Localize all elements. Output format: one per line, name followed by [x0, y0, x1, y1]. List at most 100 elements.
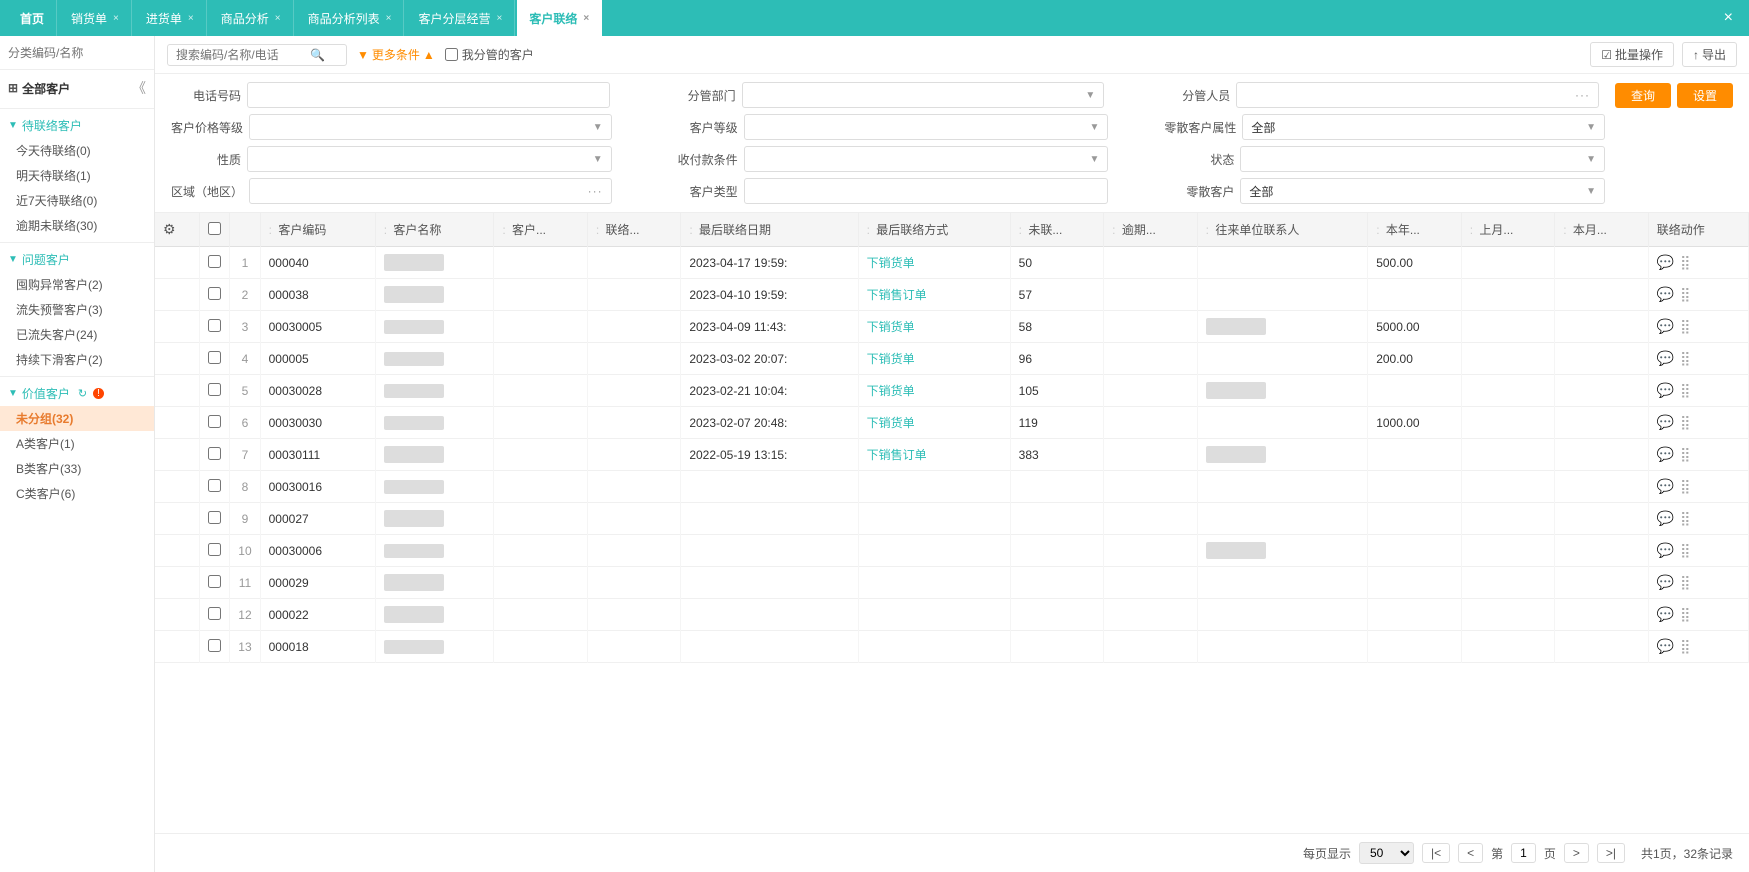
more-action-icon[interactable]: ⣿ — [1680, 318, 1690, 335]
sidebar-item-week-pending[interactable]: 近7天待联络(0) — [0, 188, 154, 213]
more-action-icon[interactable]: ⣿ — [1680, 510, 1690, 527]
nature-select[interactable]: ▼ — [247, 146, 612, 172]
row-checkbox[interactable] — [208, 319, 221, 332]
nav-tab-product-list[interactable]: 商品分析列表 × — [296, 0, 405, 36]
row-checkbox[interactable] — [208, 415, 221, 428]
region-select[interactable]: ··· — [249, 178, 612, 204]
close-all-button[interactable]: × — [1716, 9, 1741, 27]
message-icon[interactable]: 💬 — [1657, 574, 1674, 591]
contact-method-link[interactable]: 下销货单 — [867, 320, 915, 334]
more-action-icon[interactable]: ⣿ — [1680, 350, 1690, 367]
batch-operation-button[interactable]: ☑ 批量操作 — [1590, 42, 1674, 67]
export-button[interactable]: ↑ 导出 — [1682, 42, 1737, 67]
person-select[interactable]: ··· — [1236, 82, 1599, 108]
contact-method-link[interactable]: 下销货单 — [867, 384, 915, 398]
payment-select[interactable]: ▼ — [744, 146, 1109, 172]
search-input[interactable] — [176, 48, 306, 62]
row-checkbox[interactable] — [208, 479, 221, 492]
contact-method-link[interactable]: 下销货单 — [867, 416, 915, 430]
more-action-icon[interactable]: ⣿ — [1680, 478, 1690, 495]
more-conditions-button[interactable]: ▼ 更多条件 ▲ — [357, 46, 435, 63]
name-column-header[interactable]: : 客户名称 — [375, 213, 494, 247]
status-select[interactable]: ▼ — [1240, 146, 1605, 172]
first-page-button[interactable]: |< — [1422, 843, 1450, 863]
close-icon[interactable]: × — [113, 13, 119, 24]
my-customers-filter[interactable]: 我分管的客户 — [445, 46, 534, 63]
zero-attr-select[interactable]: 全部 ▼ — [1242, 114, 1605, 140]
code-column-header[interactable]: : 客户编码 — [260, 213, 375, 247]
sidebar-item-warning[interactable]: 流失预警客户(3) — [0, 297, 154, 322]
query-button[interactable]: 查询 — [1615, 83, 1671, 108]
reset-button[interactable]: 设置 — [1677, 83, 1733, 108]
my-customers-checkbox[interactable] — [445, 48, 458, 61]
sidebar-item-today-pending[interactable]: 今天待联络(0) — [0, 138, 154, 163]
sidebar-item-abnormal[interactable]: 囤购异常客户(2) — [0, 272, 154, 297]
row-checkbox[interactable] — [208, 383, 221, 396]
close-icon[interactable]: × — [583, 13, 589, 24]
more-action-icon[interactable]: ⣿ — [1680, 606, 1690, 623]
nav-tab-customer-layer[interactable]: 客户分层经营 × — [406, 0, 515, 36]
sidebar-item-declining[interactable]: 持续下滑客户(2) — [0, 347, 154, 372]
more-action-icon[interactable]: ⣿ — [1680, 446, 1690, 463]
row-checkbox[interactable] — [208, 351, 221, 364]
collapse-button[interactable]: 《 — [132, 78, 146, 98]
more-action-icon[interactable]: ⣿ — [1680, 574, 1690, 591]
more-action-icon[interactable]: ⣿ — [1680, 638, 1690, 655]
sidebar-group-pending[interactable]: ▼ 待联络客户 — [0, 113, 154, 138]
sidebar-item-tomorrow-pending[interactable]: 明天待联络(1) — [0, 163, 154, 188]
message-icon[interactable]: 💬 — [1657, 446, 1674, 463]
nav-tab-product-analysis[interactable]: 商品分析 × — [209, 0, 294, 36]
dept-select[interactable]: ▼ — [742, 82, 1105, 108]
sidebar-group-value[interactable]: ▼ 价值客户 ↻ ! — [0, 381, 154, 406]
row-checkbox[interactable] — [208, 575, 221, 588]
close-icon[interactable]: × — [275, 13, 281, 24]
refresh-icon[interactable]: ↻ — [78, 387, 87, 400]
sidebar-item-class-b[interactable]: B类客户(33) — [0, 456, 154, 481]
more-action-icon[interactable]: ⣿ — [1680, 286, 1690, 303]
contact-method-link[interactable]: 下销售订单 — [867, 448, 927, 462]
all-customers-header[interactable]: ⊞ 全部客户 《 — [0, 70, 154, 104]
customer-type-select[interactable] — [744, 178, 1109, 204]
per-page-select[interactable]: 50 100 200 — [1359, 842, 1414, 864]
row-checkbox[interactable] — [208, 287, 221, 300]
message-icon[interactable]: 💬 — [1657, 542, 1674, 559]
row-checkbox[interactable] — [208, 255, 221, 268]
message-icon[interactable]: 💬 — [1657, 382, 1674, 399]
prev-page-button[interactable]: < — [1458, 843, 1483, 863]
close-icon[interactable]: × — [386, 13, 392, 24]
phone-input[interactable] — [247, 82, 610, 108]
next-page-button[interactable]: > — [1564, 843, 1589, 863]
more-action-icon[interactable]: ⣿ — [1680, 254, 1690, 271]
sidebar-search-input[interactable] — [8, 46, 155, 60]
message-icon[interactable]: 💬 — [1657, 286, 1674, 303]
message-icon[interactable]: 💬 — [1657, 350, 1674, 367]
message-icon[interactable]: 💬 — [1657, 606, 1674, 623]
sidebar-group-problem[interactable]: ▼ 问题客户 — [0, 247, 154, 272]
message-icon[interactable]: 💬 — [1657, 414, 1674, 431]
select-all-checkbox[interactable] — [208, 222, 221, 235]
contact-method-link[interactable]: 下销货单 — [867, 352, 915, 366]
row-checkbox[interactable] — [208, 639, 221, 652]
more-action-icon[interactable]: ⣿ — [1680, 414, 1690, 431]
contact-method-link[interactable]: 下销售订单 — [867, 288, 927, 302]
contact-method-link[interactable]: 下销货单 — [867, 256, 915, 270]
row-checkbox[interactable] — [208, 447, 221, 460]
row-checkbox[interactable] — [208, 511, 221, 524]
sidebar-item-class-c[interactable]: C类客户(6) — [0, 481, 154, 506]
message-icon[interactable]: 💬 — [1657, 318, 1674, 335]
message-icon[interactable]: 💬 — [1657, 638, 1674, 655]
last-page-button[interactable]: >| — [1597, 843, 1625, 863]
row-checkbox[interactable] — [208, 543, 221, 556]
row-checkbox[interactable] — [208, 607, 221, 620]
nav-tab-purchase[interactable]: 进货单 × — [134, 0, 207, 36]
more-action-icon[interactable]: ⣿ — [1680, 542, 1690, 559]
sidebar-item-overdue-pending[interactable]: 逾期未联络(30) — [0, 213, 154, 238]
close-icon[interactable]: × — [188, 13, 194, 24]
zero-customer-select[interactable]: 全部 ▼ — [1240, 178, 1605, 204]
close-icon[interactable]: × — [496, 13, 502, 24]
sidebar-item-class-a[interactable]: A类客户(1) — [0, 431, 154, 456]
sidebar-item-ungroup[interactable]: 未分组(32) — [0, 406, 154, 431]
search-icon[interactable]: 🔍 — [310, 48, 325, 62]
more-action-icon[interactable]: ⣿ — [1680, 382, 1690, 399]
customer-level-select[interactable]: ▼ — [744, 114, 1109, 140]
